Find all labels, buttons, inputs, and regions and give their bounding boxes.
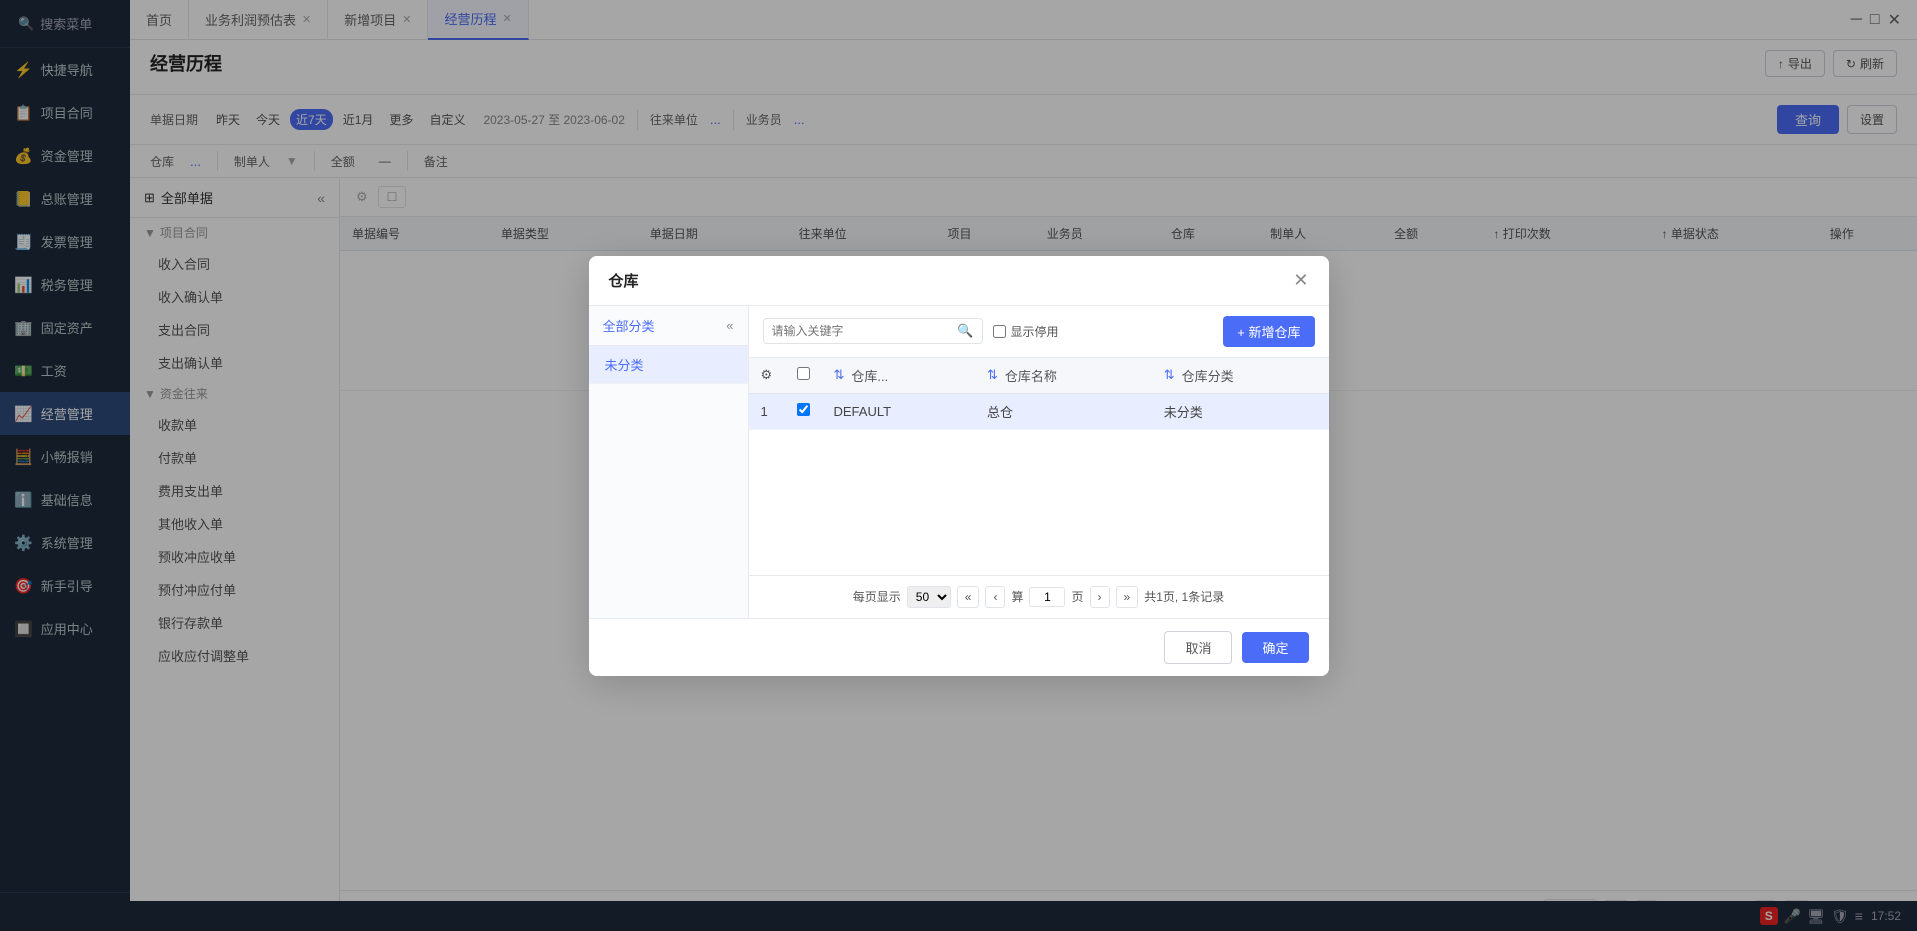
dialog-col-code: ⇅ 仓库... bbox=[822, 358, 975, 394]
dialog-col-settings: ⚙ bbox=[749, 358, 785, 394]
dialog-next-btn[interactable]: › bbox=[1090, 586, 1110, 608]
dialog-title: 仓库 bbox=[609, 270, 639, 291]
sort-name-icon[interactable]: ⇅ bbox=[987, 367, 998, 383]
all-category-label[interactable]: 全部分类 bbox=[603, 316, 655, 335]
dialog-total-info: 共1页, 1条记录 bbox=[1144, 588, 1224, 605]
dialog-per-page-label: 每页显示 bbox=[853, 588, 901, 605]
dialog-last-btn[interactable]: » bbox=[1116, 586, 1139, 608]
dialog-per-page-select[interactable]: 50 bbox=[907, 586, 951, 608]
row-checkbox[interactable] bbox=[797, 403, 810, 416]
sort-code-icon[interactable]: ⇅ bbox=[834, 367, 845, 383]
dialog-page-label: 页 bbox=[1071, 588, 1083, 605]
dialog-left-collapse-icon[interactable]: « bbox=[726, 318, 733, 333]
table-row[interactable]: 1 DEFAULT 总仓 未分类 bbox=[749, 393, 1329, 429]
dialog-col-checkbox bbox=[785, 358, 822, 394]
show-disabled-checkbox-label[interactable]: 显示停用 bbox=[993, 323, 1059, 340]
dialog-table-wrap: ⚙ ⇅ 仓库... bbox=[749, 358, 1329, 575]
dialog-search-icon: 🔍 bbox=[957, 323, 973, 339]
dialog-left-panel: 全部分类 « 未分类 bbox=[589, 306, 749, 618]
show-disabled-label: 显示停用 bbox=[1011, 323, 1059, 340]
dialog-table-header: ⚙ ⇅ 仓库... bbox=[749, 358, 1329, 394]
dialog-page-word: 算 bbox=[1011, 588, 1023, 605]
select-all-checkbox[interactable] bbox=[797, 367, 810, 380]
dialog-prev-btn[interactable]: ‹ bbox=[985, 586, 1005, 608]
show-disabled-checkbox[interactable] bbox=[993, 325, 1006, 338]
dialog-first-btn[interactable]: « bbox=[957, 586, 980, 608]
dialog-table-body: 1 DEFAULT 总仓 未分类 bbox=[749, 393, 1329, 429]
col-name-label: 仓库名称 bbox=[1005, 366, 1057, 385]
row-index: 1 bbox=[749, 393, 785, 429]
dialog-footer: 取消 确定 bbox=[589, 618, 1329, 676]
dialog-search-box: 🔍 bbox=[763, 318, 983, 344]
dialog-close-icon[interactable]: ✕ bbox=[1293, 270, 1308, 291]
dialog-table: ⚙ ⇅ 仓库... bbox=[749, 358, 1329, 430]
row-checkbox-cell[interactable] bbox=[785, 393, 822, 429]
col-code-label: 仓库... bbox=[851, 366, 888, 385]
warehouse-dialog: 仓库 ✕ 全部分类 « 未分类 bbox=[589, 256, 1329, 676]
dialog-left-header: 全部分类 « bbox=[589, 306, 748, 346]
dialog-toolbar: 🔍 显示停用 + 新增仓库 bbox=[749, 306, 1329, 358]
settings-col-icon[interactable]: ⚙ bbox=[761, 367, 773, 382]
dialog-page-input[interactable] bbox=[1029, 587, 1065, 607]
row-category: 未分类 bbox=[1152, 393, 1329, 429]
row-name: 总仓 bbox=[975, 393, 1152, 429]
dialog-pagination: 每页显示 50 « ‹ 算 页 › » 共1页, 1条记录 bbox=[749, 575, 1329, 618]
dialog-body: 全部分类 « 未分类 🔍 bbox=[589, 306, 1329, 618]
dialog-category-unclassified[interactable]: 未分类 bbox=[589, 346, 748, 384]
dialog-search-input[interactable] bbox=[772, 324, 954, 338]
confirm-button[interactable]: 确定 bbox=[1242, 632, 1308, 663]
dialog-left-scroll[interactable] bbox=[589, 384, 748, 618]
cancel-button[interactable]: 取消 bbox=[1164, 631, 1232, 664]
dialog-right-panel: 🔍 显示停用 + 新增仓库 ⚙ bbox=[749, 306, 1329, 618]
row-code: DEFAULT bbox=[822, 393, 975, 429]
add-warehouse-button[interactable]: + 新增仓库 bbox=[1223, 316, 1314, 347]
dialog-col-category: ⇅ 仓库分类 bbox=[1152, 358, 1329, 394]
col-category-label: 仓库分类 bbox=[1182, 366, 1234, 385]
sort-category-icon[interactable]: ⇅ bbox=[1164, 367, 1175, 383]
modal-overlay: 仓库 ✕ 全部分类 « 未分类 bbox=[0, 0, 1917, 931]
dialog-header: 仓库 ✕ bbox=[589, 256, 1329, 306]
dialog-col-name: ⇅ 仓库名称 bbox=[975, 358, 1152, 394]
